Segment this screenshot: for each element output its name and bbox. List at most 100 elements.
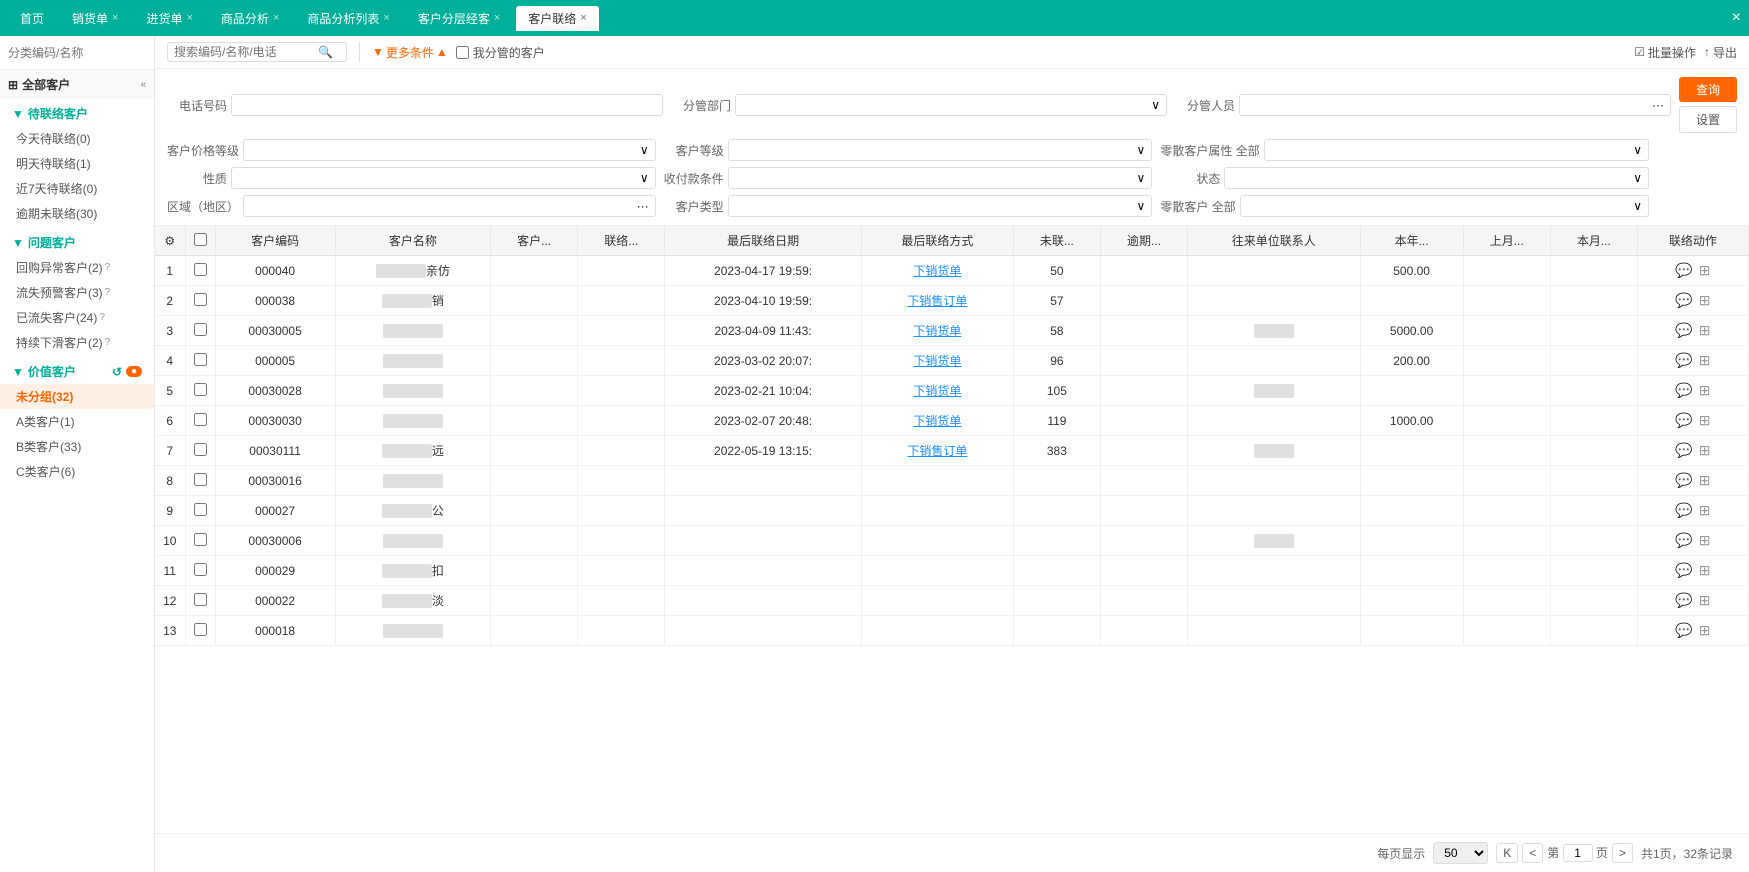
close-goods-analysis-list-icon[interactable]: × <box>383 12 389 24</box>
retail-customer-select[interactable]: ∨ <box>1240 195 1649 217</box>
grid-action-icon[interactable]: ⊞ <box>1699 592 1711 609</box>
prev-page-button[interactable]: < <box>1522 843 1543 863</box>
tab-sales[interactable]: 销货单 × <box>60 6 130 31</box>
row-checkbox[interactable] <box>194 353 207 366</box>
grid-action-icon[interactable]: ⊞ <box>1699 442 1711 459</box>
row-checkbox[interactable] <box>194 503 207 516</box>
grid-action-icon[interactable]: ⊞ <box>1699 622 1711 639</box>
grid-action-icon[interactable]: ⊞ <box>1699 322 1711 339</box>
sidebar-item-group-c[interactable]: C类客户(6) <box>0 459 154 484</box>
next-page-button[interactable]: > <box>1612 843 1633 863</box>
th-gear[interactable]: ⚙ <box>155 226 185 256</box>
search-input[interactable] <box>174 45 314 59</box>
grid-action-icon[interactable]: ⊞ <box>1699 562 1711 579</box>
row-checkbox[interactable] <box>194 413 207 426</box>
chat-icon[interactable]: 💬 <box>1675 502 1692 519</box>
grid-action-icon[interactable]: ⊞ <box>1699 472 1711 489</box>
search-icon[interactable]: 🔍 <box>318 45 333 59</box>
row-checkbox[interactable] <box>194 473 207 486</box>
refresh-icon[interactable]: ↺ <box>112 365 122 379</box>
query-button[interactable]: 查询 <box>1679 77 1737 102</box>
chat-icon[interactable]: 💬 <box>1675 412 1692 429</box>
dept-select[interactable]: ∨ <box>735 94 1167 116</box>
chat-icon[interactable]: 💬 <box>1675 292 1692 309</box>
sidebar-item-holding[interactable]: 持续下滑客户(2) ? <box>0 330 154 355</box>
contact-method-link[interactable]: 下销货单 <box>913 384 961 398</box>
problem-customer-header[interactable]: ▼ 问题客户 <box>0 230 154 255</box>
my-customers-check[interactable] <box>456 46 469 59</box>
close-purchase-icon[interactable]: × <box>186 12 192 24</box>
row-checkbox[interactable] <box>194 623 207 636</box>
tab-customer-tier[interactable]: 客户分层经客 × <box>406 6 512 31</box>
chat-icon[interactable]: 💬 <box>1675 352 1692 369</box>
grid-action-icon[interactable]: ⊞ <box>1699 262 1711 279</box>
sidebar-item-unclassified[interactable]: 未分组(32) <box>0 384 154 409</box>
retail-attr-select[interactable]: ∨ <box>1264 139 1649 161</box>
contact-method-link[interactable]: 下销售订单 <box>907 444 967 458</box>
close-all-tabs-button[interactable]: × <box>1732 9 1741 27</box>
tab-goods-analysis-list[interactable]: 商品分析列表 × <box>295 6 401 31</box>
tab-customer-contact[interactable]: 客户联络 × <box>516 6 598 31</box>
batch-ops-button[interactable]: ☑ 批量操作 <box>1634 44 1696 61</box>
grid-action-icon[interactable]: ⊞ <box>1699 412 1711 429</box>
chat-icon[interactable]: 💬 <box>1675 532 1692 549</box>
person-select[interactable]: ··· <box>1239 94 1671 116</box>
page-input[interactable] <box>1563 844 1593 862</box>
tab-home[interactable]: 首页 <box>8 6 56 31</box>
grid-action-icon[interactable]: ⊞ <box>1699 502 1711 519</box>
status-select[interactable]: ∨ <box>1224 167 1649 189</box>
sidebar-search-input[interactable] <box>8 46 155 60</box>
row-checkbox[interactable] <box>194 323 207 336</box>
sidebar-all-customers[interactable]: ⊞ 全部客户 « <box>0 70 154 99</box>
phone-input[interactable] <box>231 94 663 116</box>
sidebar-item-near7[interactable]: 近7天待联络(0) <box>0 176 154 201</box>
grid-action-icon[interactable]: ⊞ <box>1699 292 1711 309</box>
row-checkbox[interactable] <box>194 383 207 396</box>
sidebar-item-group-a[interactable]: A类客户(1) <box>0 409 154 434</box>
value-customer-header[interactable]: ▼ 价值客户 ↺ ● <box>0 359 154 384</box>
chat-icon[interactable]: 💬 <box>1675 592 1692 609</box>
chat-icon[interactable]: 💬 <box>1675 382 1692 399</box>
row-checkbox[interactable] <box>194 563 207 576</box>
sidebar-item-group-b[interactable]: B类客户(33) <box>0 434 154 459</box>
sidebar-item-loss-risk[interactable]: 流失预警客户(3) ? <box>0 280 154 305</box>
grid-action-icon[interactable]: ⊞ <box>1699 352 1711 369</box>
close-sales-icon[interactable]: × <box>112 12 118 24</box>
close-goods-analysis-icon[interactable]: × <box>273 12 279 24</box>
nature-select[interactable]: ∨ <box>231 167 656 189</box>
sidebar-item-today[interactable]: 今天待联络(0) <box>0 126 154 151</box>
chat-icon[interactable]: 💬 <box>1675 322 1692 339</box>
per-page-select[interactable]: 50 100 200 <box>1433 842 1488 864</box>
row-checkbox[interactable] <box>194 533 207 546</box>
sidebar-item-repeat-abnormal[interactable]: 回购异常客户(2) ? <box>0 255 154 280</box>
row-checkbox[interactable] <box>194 263 207 276</box>
contact-method-link[interactable]: 下销售订单 <box>907 294 967 308</box>
more-conditions-button[interactable]: ▼ 更多条件 ▲ <box>372 44 448 61</box>
customer-type-select[interactable]: ∨ <box>728 195 1153 217</box>
row-checkbox[interactable] <box>194 593 207 606</box>
grid-action-icon[interactable]: ⊞ <box>1699 532 1711 549</box>
first-page-button[interactable]: K <box>1496 843 1518 863</box>
customer-level-select[interactable]: ∨ <box>728 139 1153 161</box>
my-customers-checkbox[interactable]: 我分管的客户 <box>456 44 545 61</box>
chat-icon[interactable]: 💬 <box>1675 562 1692 579</box>
tab-goods-analysis[interactable]: 商品分析 × <box>209 6 291 31</box>
chat-icon[interactable]: 💬 <box>1675 442 1692 459</box>
payment-select[interactable]: ∨ <box>728 167 1153 189</box>
row-checkbox[interactable] <box>194 443 207 456</box>
contact-method-link[interactable]: 下销货单 <box>913 354 961 368</box>
tab-purchase[interactable]: 进货单 × <box>134 6 204 31</box>
grid-action-icon[interactable]: ⊞ <box>1699 382 1711 399</box>
price-tier-select[interactable]: ∨ <box>243 139 656 161</box>
pending-contact-header[interactable]: ▼ 待联络客户 <box>0 101 154 126</box>
chat-icon[interactable]: 💬 <box>1675 622 1692 639</box>
contact-method-link[interactable]: 下销货单 <box>913 324 961 338</box>
reset-button[interactable]: 设置 <box>1679 106 1737 133</box>
select-all-checkbox[interactable] <box>194 233 207 246</box>
contact-method-link[interactable]: 下销货单 <box>913 414 961 428</box>
chat-icon[interactable]: 💬 <box>1675 472 1692 489</box>
close-customer-tier-icon[interactable]: × <box>494 12 500 24</box>
chat-icon[interactable]: 💬 <box>1675 262 1692 279</box>
region-select[interactable]: ··· <box>243 195 656 217</box>
sidebar-item-tomorrow[interactable]: 明天待联络(1) <box>0 151 154 176</box>
